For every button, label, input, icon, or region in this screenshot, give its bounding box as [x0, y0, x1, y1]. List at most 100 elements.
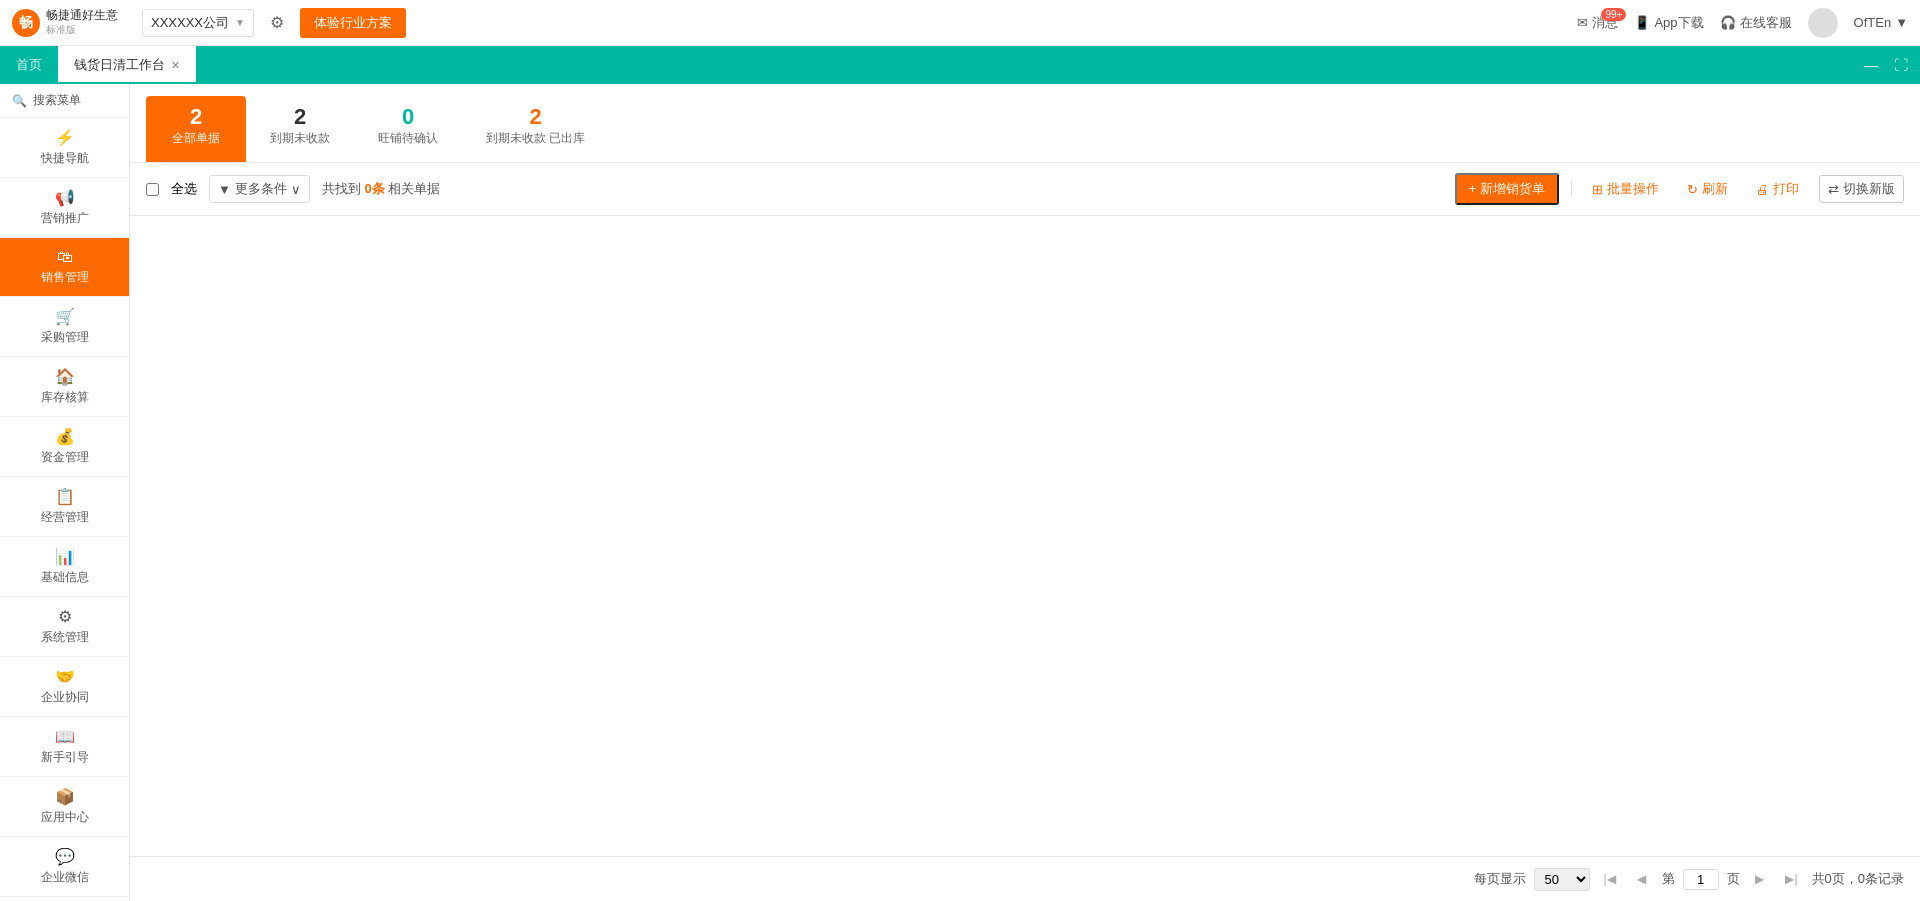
marketing-icon: 📢	[55, 188, 75, 207]
sidebar-item-label: 系统管理	[41, 629, 89, 646]
switch-icon: ⇄	[1828, 182, 1839, 197]
sidebar-item-label: 营销推广	[41, 210, 89, 227]
nav-tabs-right: — ⛶	[1860, 46, 1920, 84]
sidebar-item-guide[interactable]: 📖 新手引导	[0, 717, 129, 777]
message-item[interactable]: ✉ 消息 99+	[1577, 14, 1618, 32]
content-area: 2 全部单据 2 到期未收款 0 旺铺待确认 2 到期未收款 已出库 全选 ▼ …	[130, 84, 1920, 901]
divider	[1571, 181, 1572, 197]
card-overdue-out-label: 到期未收款 已出库	[486, 130, 585, 147]
sidebar-item-basic[interactable]: 📊 基础信息	[0, 537, 129, 597]
username-area[interactable]: OfTEn ▼	[1854, 15, 1908, 30]
batch-op-button[interactable]: ⊞ 批量操作	[1584, 176, 1667, 202]
avatar[interactable]	[1808, 8, 1838, 38]
phone-icon: 📱	[1634, 15, 1650, 30]
purchase-icon: 🛒	[55, 307, 75, 326]
tab-close-icon[interactable]: ✕	[171, 59, 180, 72]
sidebar-item-label: 企业协同	[41, 689, 89, 706]
nav-tabs: 首页 钱货日清工作台 ✕ — ⛶	[0, 46, 1920, 84]
filter-button[interactable]: ▼ 更多条件 ∨	[209, 175, 310, 203]
trial-button[interactable]: 体验行业方案	[300, 8, 406, 38]
print-label: 打印	[1773, 180, 1799, 198]
found-count: 0条	[365, 181, 385, 196]
tab-home[interactable]: 首页	[0, 46, 58, 84]
minimize-icon[interactable]: —	[1860, 53, 1882, 77]
filter-icon: ▼	[218, 182, 231, 197]
refresh-button[interactable]: ↻ 刷新	[1679, 176, 1736, 202]
total-text: 共0页，0条记录	[1812, 870, 1904, 888]
search-icon: 🔍	[12, 94, 27, 108]
summary-card-overdue-out[interactable]: 2 到期未收款 已出库	[462, 96, 609, 162]
table-area	[130, 216, 1920, 856]
tab-workbench[interactable]: 钱货日清工作台 ✕	[58, 46, 196, 84]
sidebar-item-member[interactable]: 🏆 畅会员	[0, 897, 129, 901]
sidebar-item-label: 新手引导	[41, 749, 89, 766]
maximize-icon[interactable]: ⛶	[1890, 53, 1912, 77]
select-all-checkbox[interactable]	[146, 183, 159, 196]
filter-label: 更多条件	[235, 180, 287, 198]
message-icon: ✉	[1577, 15, 1588, 30]
online-service-item[interactable]: 🎧 在线客服	[1720, 14, 1792, 32]
sidebar-item-cooperation[interactable]: 🤝 企业协同	[0, 657, 129, 717]
sidebar-item-purchase[interactable]: 🛒 采购管理	[0, 297, 129, 357]
sidebar-item-marketing[interactable]: 📢 营销推广	[0, 178, 129, 238]
found-text: 共找到 0条 相关单据	[322, 180, 440, 198]
app-download-item[interactable]: 📱 App下载	[1634, 14, 1703, 32]
app-download-label: App下载	[1654, 14, 1703, 32]
sidebar-item-label: 基础信息	[41, 569, 89, 586]
card-all-label: 全部单据	[172, 130, 220, 147]
sidebar-item-label: 资金管理	[41, 449, 89, 466]
summary-card-overdue[interactable]: 2 到期未收款	[246, 96, 354, 162]
sidebar-item-label: 库存核算	[41, 389, 89, 406]
print-button[interactable]: 🖨 打印	[1748, 176, 1807, 202]
sidebar-search[interactable]: 🔍 搜索菜单	[0, 84, 129, 118]
sidebar-item-wechat[interactable]: 💬 企业微信	[0, 837, 129, 897]
next-page-button[interactable]: ▶	[1748, 867, 1772, 891]
message-badge: 99+	[1601, 8, 1626, 21]
first-page-button[interactable]: |◀	[1598, 867, 1622, 891]
sidebar-item-label: 快捷导航	[41, 150, 89, 167]
logo-icon: 畅	[12, 9, 40, 37]
inventory-icon: 🏠	[55, 367, 75, 386]
switch-new-button[interactable]: ⇄ 切换新版	[1819, 175, 1904, 203]
card-pending-count: 0	[402, 104, 414, 130]
system-icon: ⚙	[58, 607, 72, 626]
page-label-suffix: 页	[1727, 870, 1740, 888]
summary-card-pending[interactable]: 0 旺铺待确认	[354, 96, 462, 162]
tab-workbench-label: 钱货日清工作台	[74, 56, 165, 74]
new-order-button[interactable]: + 新增销货单	[1455, 173, 1559, 205]
card-overdue-label: 到期未收款	[270, 130, 330, 147]
table-footer: 每页显示 10 20 50 100 |◀ ◀ 第 页 ▶ ▶| 共0页，0条记录	[130, 856, 1920, 901]
toolbar: 全选 ▼ 更多条件 ∨ 共找到 0条 相关单据 + 新增销货单 ⊞ 批量操作 ↻	[130, 163, 1920, 216]
sidebar-item-system[interactable]: ⚙ 系统管理	[0, 597, 129, 657]
page-size-select[interactable]: 10 20 50 100	[1534, 868, 1590, 891]
last-page-button[interactable]: ▶|	[1780, 867, 1804, 891]
sidebar-item-finance[interactable]: 💰 资金管理	[0, 417, 129, 477]
batch-label: 批量操作	[1607, 180, 1659, 198]
sidebar-item-appstore[interactable]: 📦 应用中心	[0, 777, 129, 837]
guide-icon: 📖	[55, 727, 75, 746]
company-selector[interactable]: XXXXXX公司 ▼	[142, 9, 254, 37]
sidebar-item-sales[interactable]: 🛍 销售管理	[0, 238, 129, 297]
cooperation-icon: 🤝	[55, 667, 75, 686]
prev-page-button[interactable]: ◀	[1630, 867, 1654, 891]
settings-icon[interactable]: ⚙	[262, 8, 292, 38]
refresh-label: 刷新	[1702, 180, 1728, 198]
sidebar-item-inventory[interactable]: 🏠 库存核算	[0, 357, 129, 417]
sidebar-item-label: 应用中心	[41, 809, 89, 826]
quick-nav-icon: ⚡	[55, 128, 75, 147]
card-overdue-out-count: 2	[530, 104, 542, 130]
sidebar-item-operation[interactable]: 📋 经营管理	[0, 477, 129, 537]
logo-sub: 标准版	[46, 23, 118, 37]
sidebar-item-quick-nav[interactable]: ⚡ 快捷导航	[0, 118, 129, 178]
summary-card-all[interactable]: 2 全部单据	[146, 96, 246, 162]
user-name: OfTEn	[1854, 15, 1892, 30]
company-name: XXXXXX公司	[151, 14, 229, 32]
logo-text: 畅捷通好生意 标准版	[46, 8, 118, 38]
logo-label: 畅捷通好生意	[46, 8, 118, 24]
sidebar-item-label: 销售管理	[41, 269, 89, 286]
refresh-icon: ↻	[1687, 182, 1698, 197]
page-input[interactable]	[1683, 869, 1719, 890]
chevron-down-icon: ∨	[291, 182, 301, 197]
tab-home-label: 首页	[16, 56, 42, 74]
logo-area: 畅 畅捷通好生意 标准版	[12, 8, 142, 38]
